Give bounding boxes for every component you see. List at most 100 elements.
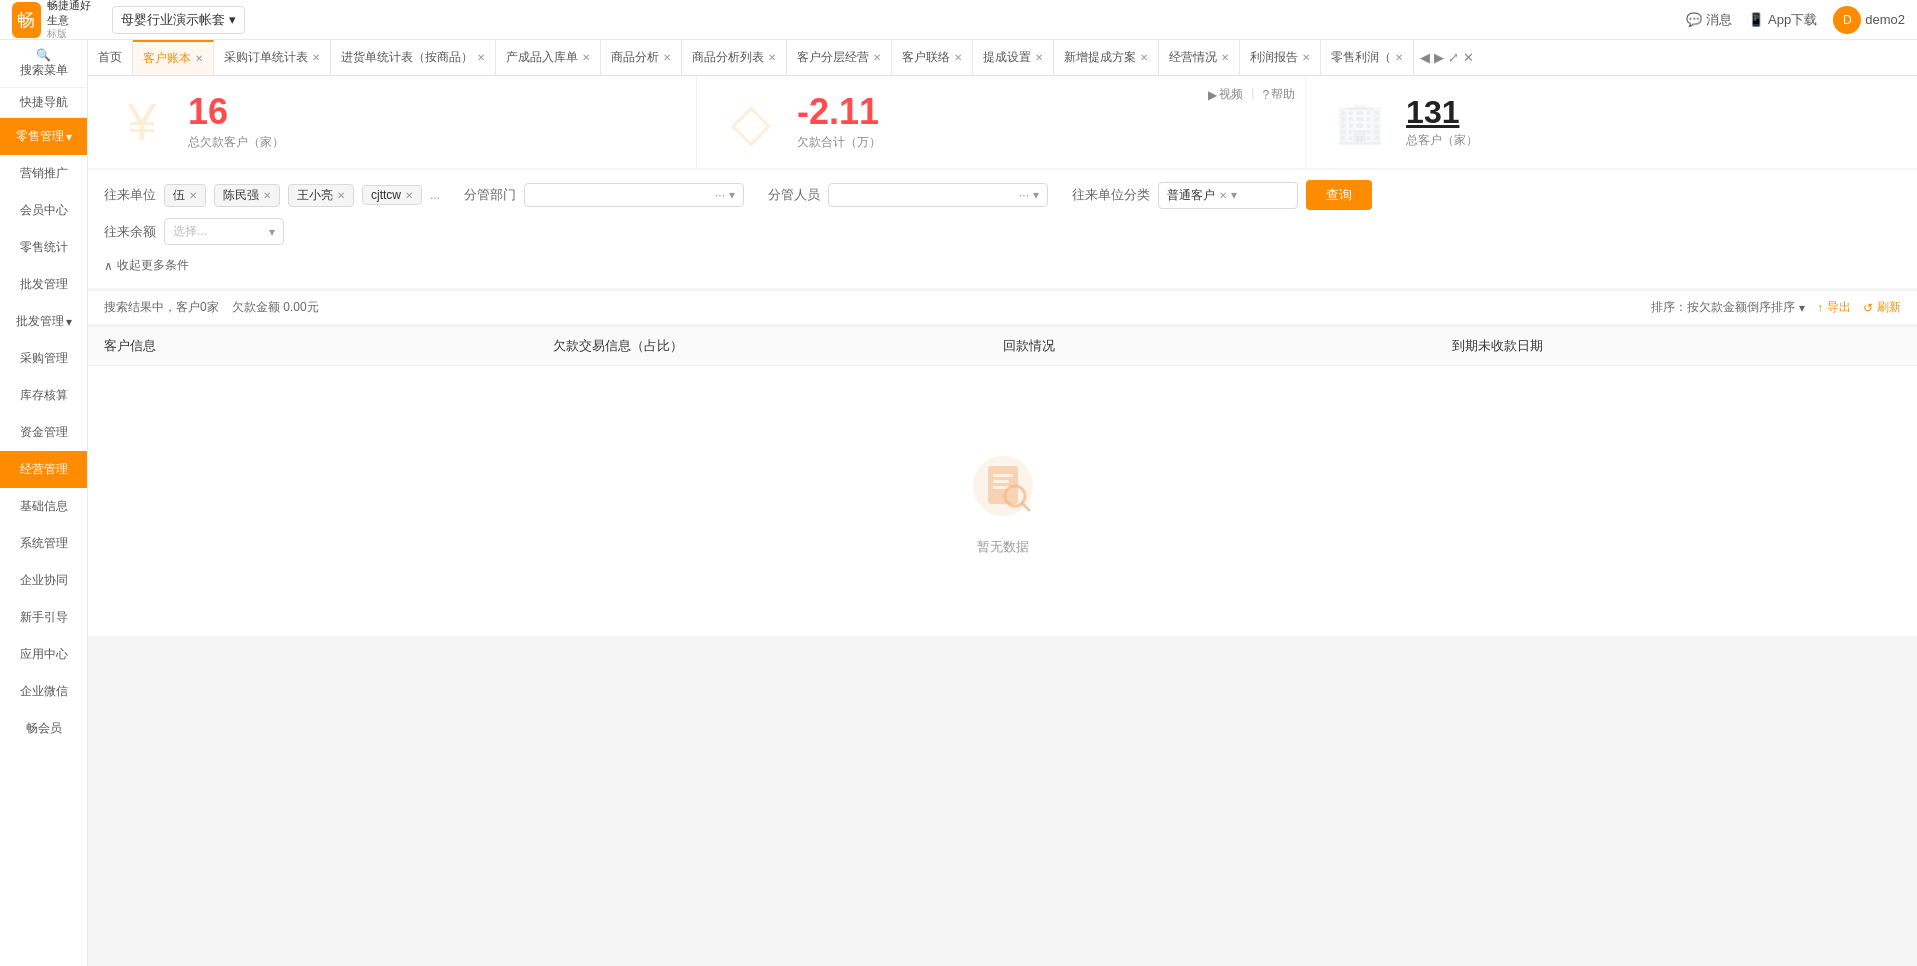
sidebar-item-ops[interactable]: 基础信息	[0, 488, 87, 525]
filter-tag-normal[interactable]: 普通客户 ✕	[1167, 187, 1227, 204]
tab-ops-close[interactable]: ✕	[1221, 52, 1229, 63]
dept-select[interactable]: ··· ▾	[524, 183, 744, 207]
filter-row-2: 往来余额 选择... ▾	[104, 218, 1901, 245]
logo-area: 畅 畅捷通好生意 标版	[12, 0, 100, 41]
tab-purchase-orders-close[interactable]: ✕	[312, 52, 320, 63]
sidebar-item-member2[interactable]	[0, 747, 87, 767]
tab-prev-icon[interactable]: ◀	[1420, 50, 1430, 65]
col-header-3: 到期未收款日期	[1452, 337, 1901, 355]
person-select[interactable]: ··· ▾	[828, 183, 1048, 207]
tab-goods-list-close[interactable]: ✕	[768, 52, 776, 63]
balance-chevron: ▾	[269, 225, 275, 239]
export-icon: ↑	[1817, 301, 1823, 315]
tag-normal-close[interactable]: ✕	[1219, 190, 1227, 201]
sidebar-item-app-center[interactable]: 企业微信	[0, 673, 87, 710]
sidebar-item-wholesale[interactable]: 批发管理 ▾	[0, 303, 87, 340]
total-customers-label: 总客户（家）	[1406, 132, 1891, 149]
tab-retail-profit-close[interactable]: ✕	[1395, 52, 1403, 63]
sidebar-quick-nav[interactable]: 快捷导航	[0, 88, 87, 118]
tag-wang-close[interactable]: ✕	[337, 190, 345, 201]
sort-select[interactable]: 排序：按欠款金额倒序排序 ▾	[1651, 299, 1805, 316]
message-icon: 💬	[1686, 12, 1702, 27]
dept-more-icon: ···	[715, 188, 725, 202]
refresh-icon: ↺	[1863, 301, 1873, 315]
filter-tag-chen[interactable]: 陈民强 ✕	[214, 184, 280, 207]
tab-stock-stat-close[interactable]: ✕	[477, 52, 485, 63]
tab-profit[interactable]: 利润报告 ✕	[1240, 40, 1321, 76]
tab-goods-list[interactable]: 商品分析列表 ✕	[682, 40, 787, 76]
sidebar-item-system[interactable]: 企业协同	[0, 562, 87, 599]
tab-home[interactable]: 首页	[88, 40, 133, 76]
collapse-button[interactable]: ∧ 收起更多条件	[104, 257, 1901, 274]
tab-bar: 首页 客户账本 ✕ 采购订单统计表 ✕ 进货单统计表（按商品） ✕ 产成品入库单…	[88, 40, 1917, 76]
tab-accounts-close[interactable]: ✕	[195, 53, 203, 64]
table-area: 客户信息 欠款交易信息（占比） 回款情况 到期未收款日期	[88, 326, 1917, 636]
tab-next-icon[interactable]: ▶	[1434, 50, 1444, 65]
credit-customers-label: 总欠款客户（家）	[188, 134, 672, 151]
tab-goods-analysis[interactable]: 商品分析 ✕	[601, 40, 682, 76]
tab-purchase-orders[interactable]: 采购订单统计表 ✕	[214, 40, 331, 76]
unit-class-select[interactable]: 普通客户 ✕ ▾	[1158, 182, 1298, 209]
sidebar-item-finance[interactable]: 经营管理	[0, 451, 87, 488]
sidebar-item-wechat[interactable]: 畅会员	[0, 710, 87, 747]
tab-production-close[interactable]: ✕	[582, 52, 590, 63]
filter-tag-wu[interactable]: 伍 ✕	[164, 184, 206, 207]
sidebar-search[interactable]: 🔍 搜索菜单	[0, 40, 87, 88]
empty-area: 暂无数据	[88, 366, 1917, 636]
tab-goods-analysis-close[interactable]: ✕	[663, 52, 671, 63]
tab-accounts[interactable]: 客户账本 ✕	[133, 40, 214, 76]
sidebar-item-retail-mgmt[interactable]: 零售管理 ▾	[0, 118, 87, 155]
export-button[interactable]: ↑ 导出	[1817, 299, 1851, 316]
balance-select[interactable]: 选择... ▾	[164, 218, 284, 245]
sidebar-item-newbie[interactable]: 应用中心	[0, 636, 87, 673]
tab-profit-close[interactable]: ✕	[1302, 52, 1310, 63]
sidebar-item-member[interactable]: 零售统计	[0, 229, 87, 266]
tab-stock-stat[interactable]: 进货单统计表（按商品） ✕	[331, 40, 496, 76]
sidebar-item-basic[interactable]: 系统管理	[0, 525, 87, 562]
sidebar-item-purchase[interactable]: 库存核算	[0, 377, 87, 414]
tab-reminder[interactable]: 提成设置 ✕	[973, 40, 1054, 76]
tab-ops-status[interactable]: 经营情况 ✕	[1159, 40, 1240, 76]
logo-text: 畅捷通好生意	[47, 0, 100, 27]
tab-close-all-icon[interactable]: ✕	[1463, 50, 1474, 65]
tab-customer-seg[interactable]: 客户分层经营 ✕	[787, 40, 892, 76]
logo-subtitle: 标版	[47, 27, 100, 41]
tab-production[interactable]: 产成品入库单 ✕	[496, 40, 601, 76]
query-button[interactable]: 查询	[1306, 180, 1372, 210]
stat-actions: ▶视频 | ?帮助	[1208, 86, 1295, 103]
sidebar-item-enterprise[interactable]: 新手引导	[0, 599, 87, 636]
sidebar-item-marketing[interactable]: 会员中心	[0, 192, 87, 229]
tab-new-plan[interactable]: 新增提成方案 ✕	[1054, 40, 1159, 76]
empty-text: 暂无数据	[977, 538, 1029, 556]
stats-row: ¥ 16 总欠款客户（家） ◇ -2.11 欠款合计（万） ▶视频 |	[88, 76, 1917, 168]
tab-reminder-close[interactable]: ✕	[1035, 52, 1043, 63]
tab-retail-profit[interactable]: 零售利润（ ✕	[1321, 40, 1414, 76]
sidebar-item-ecommerce[interactable]: 采购管理	[0, 340, 87, 377]
sidebar-item-inventory[interactable]: 资金管理	[0, 414, 87, 451]
col-header-0: 客户信息	[104, 337, 553, 355]
sidebar-item-retail-store[interactable]: 营销推广	[0, 155, 87, 192]
tag-wu-close[interactable]: ✕	[189, 190, 197, 201]
message-btn[interactable]: 💬 消息	[1686, 11, 1732, 29]
tab-customer-contact-close[interactable]: ✕	[954, 52, 962, 63]
tab-customer-contact[interactable]: 客户联络 ✕	[892, 40, 973, 76]
sidebar-item-retail-stat[interactable]: 批发管理	[0, 266, 87, 303]
filter-tag-cjttcw[interactable]: cjttcw ✕	[362, 185, 422, 205]
tag-cjttcw-close[interactable]: ✕	[405, 190, 413, 201]
video-btn[interactable]: ▶视频	[1208, 86, 1243, 103]
col-header-1: 欠款交易信息（占比）	[553, 337, 1002, 355]
refresh-button[interactable]: ↺ 刷新	[1863, 299, 1901, 316]
user-avatar[interactable]: D demo2	[1833, 6, 1905, 34]
sort-chevron: ▾	[1799, 301, 1805, 315]
company-selector[interactable]: 母婴行业演示帐套 ▾	[112, 6, 245, 34]
result-actions: 排序：按欠款金额倒序排序 ▾ ↑ 导出 ↺ 刷新	[1651, 299, 1901, 316]
filter-tag-wang[interactable]: 王小亮 ✕	[288, 184, 354, 207]
dept-label: 分管部门	[464, 186, 516, 204]
tab-new-plan-close[interactable]: ✕	[1140, 52, 1148, 63]
help-btn[interactable]: ?帮助	[1262, 86, 1295, 103]
tab-expand-icon[interactable]: ⤢	[1448, 50, 1459, 65]
tab-customer-seg-close[interactable]: ✕	[873, 52, 881, 63]
app-download-btn[interactable]: 📱 App下载	[1748, 11, 1817, 29]
tag-chen-close[interactable]: ✕	[263, 190, 271, 201]
filter-more[interactable]: ...	[430, 188, 440, 202]
